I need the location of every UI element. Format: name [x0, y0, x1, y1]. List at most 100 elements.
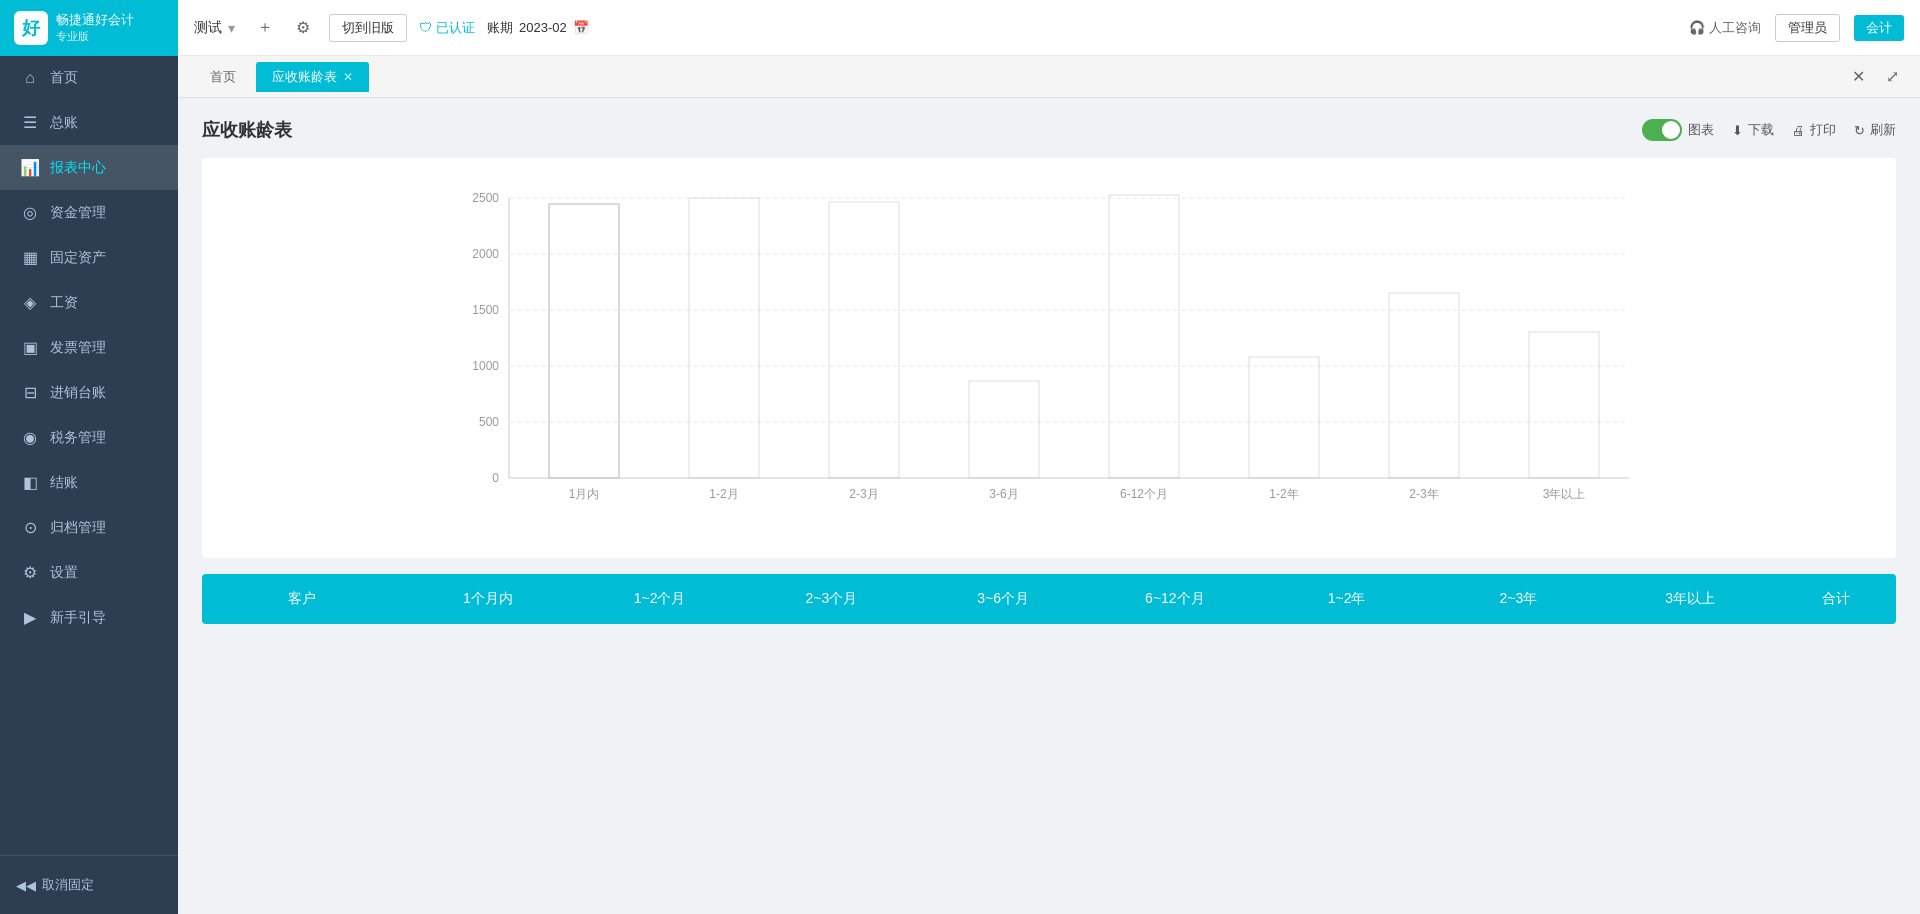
sidebar-item-closing[interactable]: ◧ 结账 [0, 460, 178, 505]
svg-text:6-12个月: 6-12个月 [1120, 487, 1168, 501]
switch-old-version-button[interactable]: 切到旧版 [329, 14, 407, 42]
sidebar-item-reports[interactable]: 📊 报表中心 [0, 145, 178, 190]
chart-wrapper: 0 500 1000 1500 2000 2500 [222, 178, 1876, 538]
svg-text:1月内: 1月内 [569, 487, 600, 501]
table-header: 客户 1个月内 1~2个月 2~3个月 3~6个月 6~12个月 1~2年 2~… [202, 574, 1896, 624]
sidebar-label-reports: 报表中心 [50, 159, 106, 177]
manager-button[interactable]: 管理员 [1775, 14, 1840, 42]
sidebar-item-assets[interactable]: ▦ 固定资产 [0, 235, 178, 280]
period-text-label: 账期 [487, 19, 513, 37]
col-customer: 客户 [202, 574, 402, 624]
ar-aging-table: 客户 1个月内 1~2个月 2~3个月 3~6个月 6~12个月 1~2年 2~… [202, 574, 1896, 624]
salary-icon: ◈ [20, 293, 40, 312]
certified-badge: 🛡 已认证 [419, 19, 475, 37]
svg-text:1500: 1500 [472, 303, 499, 317]
close-window-button[interactable]: ✕ [1846, 65, 1870, 89]
download-icon: ⬇ [1732, 123, 1743, 138]
svg-text:2000: 2000 [472, 247, 499, 261]
sidebar-item-archive[interactable]: ⊙ 归档管理 [0, 505, 178, 550]
topbar-right: 🎧 人工咨询 管理员 会计 [1689, 14, 1904, 42]
svg-text:3年以上: 3年以上 [1543, 487, 1586, 501]
sidebar-nav: ⌂ 首页 ☰ 总账 📊 报表中心 ◎ 资金管理 ▦ 固定资产 ◈ 工资 ▣ 发票… [0, 56, 178, 855]
sidebar-item-guide[interactable]: ▶ 新手引导 [0, 595, 178, 640]
sidebar-item-capital[interactable]: ◎ 资金管理 [0, 190, 178, 235]
col-1-2month: 1~2个月 [574, 574, 746, 624]
cancel-fixed-label: 取消固定 [42, 876, 94, 894]
col-2-3month: 2~3个月 [746, 574, 918, 624]
sidebar-item-settings[interactable]: ⚙ 设置 [0, 550, 178, 595]
tab-home[interactable]: 首页 [194, 62, 252, 92]
sidebar-item-home[interactable]: ⌂ 首页 [0, 56, 178, 100]
capital-icon: ◎ [20, 203, 40, 222]
ledger-icon: ☰ [20, 113, 40, 132]
app-edition: 专业版 [56, 29, 134, 43]
topbar-quick-actions: ＋ ⚙ [251, 14, 317, 42]
svg-text:500: 500 [479, 415, 499, 429]
svg-rect-13 [549, 204, 619, 478]
col-1month: 1个月内 [402, 574, 574, 624]
account-button[interactable]: 会计 [1854, 15, 1904, 41]
svg-rect-18 [969, 381, 1039, 478]
col-total: 合计 [1776, 574, 1896, 624]
svg-rect-17 [829, 202, 899, 478]
page-header: 应收账龄表 图表 ⬇ 下载 🖨 打印 ↻ 刷新 [202, 118, 1896, 142]
refresh-button[interactable]: ↻ 刷新 [1854, 121, 1896, 139]
print-label: 打印 [1810, 121, 1836, 139]
sidebar-label-invoice: 发票管理 [50, 339, 106, 357]
svg-text:1000: 1000 [472, 359, 499, 373]
window-actions: ✕ ⤢ [1846, 65, 1904, 89]
topbar: 测试 ▾ ＋ ⚙ 切到旧版 🛡 已认证 账期 2023-02 📅 🎧 人工咨询 … [178, 0, 1920, 56]
expand-window-button[interactable]: ⤢ [1880, 65, 1904, 89]
svg-rect-16 [689, 198, 759, 478]
project-selector[interactable]: 测试 ▾ [194, 19, 235, 37]
download-button[interactable]: ⬇ 下载 [1732, 121, 1774, 139]
reports-icon: 📊 [20, 158, 40, 177]
settings-button[interactable]: ⚙ [289, 14, 317, 42]
svg-text:2-3年: 2-3年 [1409, 487, 1438, 501]
cancel-fixed-button[interactable]: ◀◀ 取消固定 [0, 866, 178, 904]
sidebar-label-guide: 新手引导 [50, 609, 106, 627]
sidebar-item-tax[interactable]: ◉ 税务管理 [0, 415, 178, 460]
sidebar-label-ledger: 总账 [50, 114, 78, 132]
svg-text:2500: 2500 [472, 191, 499, 205]
main-area: 测试 ▾ ＋ ⚙ 切到旧版 🛡 已认证 账期 2023-02 📅 🎧 人工咨询 … [178, 0, 1920, 914]
print-button[interactable]: 🖨 打印 [1792, 121, 1836, 139]
sidebar-label-settings: 设置 [50, 564, 78, 582]
add-button[interactable]: ＋ [251, 14, 279, 42]
certified-icon: 🛡 [419, 20, 432, 35]
sidebar-item-trade[interactable]: ⊟ 进销台账 [0, 370, 178, 415]
archive-icon: ⊙ [20, 518, 40, 537]
col-1-2year: 1~2年 [1261, 574, 1433, 624]
period-display: 账期 2023-02 📅 [487, 19, 589, 37]
tab-ar-aging-label: 应收账龄表 [272, 68, 337, 86]
col-2-3year: 2~3年 [1433, 574, 1605, 624]
certified-label: 已认证 [436, 19, 475, 37]
sidebar-item-salary[interactable]: ◈ 工资 [0, 280, 178, 325]
tab-close-icon[interactable]: ✕ [343, 70, 353, 84]
chart-toggle[interactable] [1642, 119, 1682, 141]
tab-home-label: 首页 [210, 69, 236, 84]
sidebar: 好 畅捷通好会计 专业版 ⌂ 首页 ☰ 总账 📊 报表中心 ◎ 资金管理 ▦ 固… [0, 0, 178, 914]
home-icon: ⌂ [20, 69, 40, 87]
logo-icon: 好 [14, 11, 48, 45]
consult-label: 人工咨询 [1709, 19, 1761, 37]
sidebar-item-ledger[interactable]: ☰ 总账 [0, 100, 178, 145]
calendar-icon[interactable]: 📅 [573, 20, 589, 35]
refresh-icon: ↻ [1854, 123, 1865, 138]
app-name: 畅捷通好会计 [56, 12, 134, 29]
assets-icon: ▦ [20, 248, 40, 267]
refresh-label: 刷新 [1870, 121, 1896, 139]
svg-rect-19 [1109, 195, 1179, 478]
sidebar-item-invoice[interactable]: ▣ 发票管理 [0, 325, 178, 370]
consult-button[interactable]: 🎧 人工咨询 [1689, 19, 1761, 37]
invoice-icon: ▣ [20, 338, 40, 357]
chart-container: 0 500 1000 1500 2000 2500 [202, 158, 1896, 558]
svg-text:0: 0 [492, 471, 499, 485]
svg-rect-22 [1529, 332, 1599, 478]
svg-rect-15 [549, 204, 619, 478]
page-title: 应收账龄表 [202, 118, 292, 142]
tab-ar-aging[interactable]: 应收账龄表 ✕ [256, 62, 369, 92]
sidebar-logo: 好 畅捷通好会计 专业版 [0, 0, 178, 56]
sidebar-bottom: ◀◀ 取消固定 [0, 855, 178, 914]
guide-icon: ▶ [20, 608, 40, 627]
